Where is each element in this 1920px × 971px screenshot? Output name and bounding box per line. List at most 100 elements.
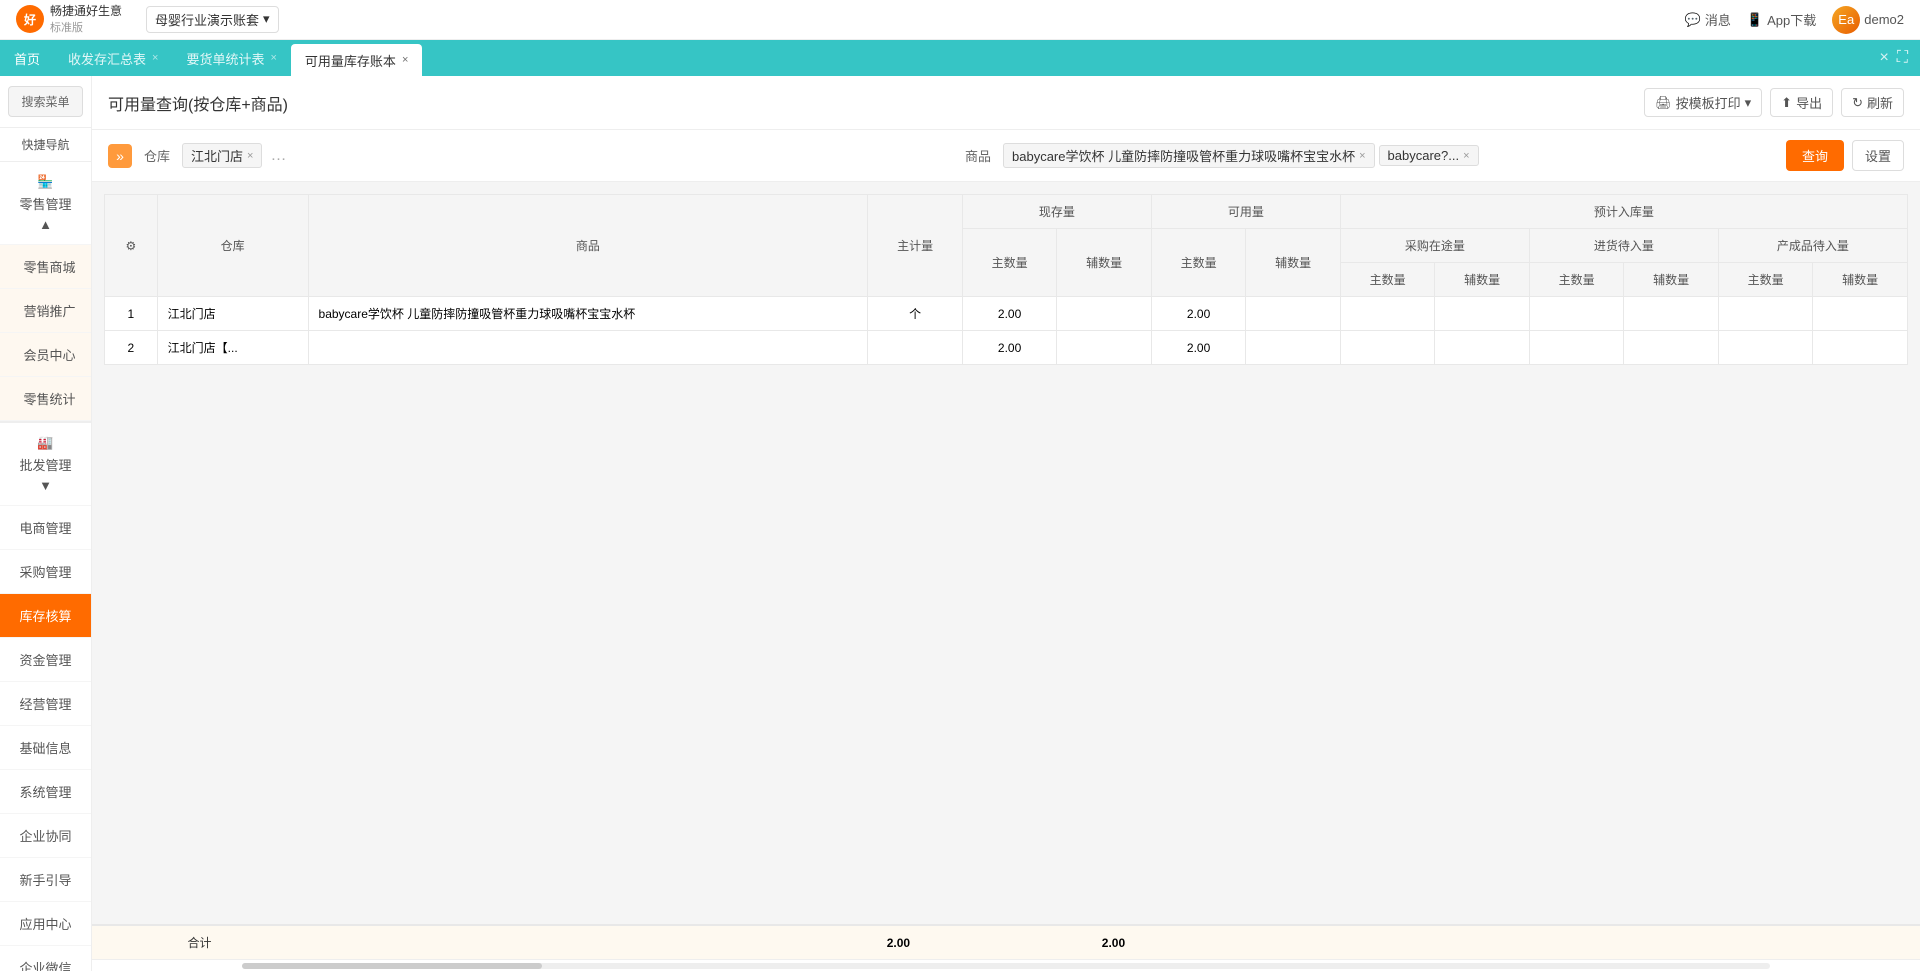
warehouse-dots[interactable]: … (266, 147, 290, 165)
sidebar-item-purchase[interactable]: 采购管理 (0, 550, 91, 594)
sidebar: 搜索菜单 快捷导航 🏪 零售管理 ▲ 零售商城 营销推广 会员中心 零售统计 🏭… (0, 76, 92, 971)
retail-icon: 🏪 (37, 174, 53, 190)
cell-incoming-aux (1624, 331, 1719, 365)
top-bar: 好 畅捷通好生意 标准版 母婴行业演示账套 ▾ 💬 消息 📱 App下载 Ea … (0, 0, 1920, 40)
col-avail-aux: 辅数量 (1246, 229, 1341, 297)
user-area[interactable]: Ea demo2 (1832, 6, 1904, 34)
sidebar-item-ecom[interactable]: 电商管理 (0, 506, 91, 550)
cell-incoming-main (1529, 297, 1624, 331)
settings-btn[interactable]: 设置 (1852, 140, 1904, 171)
col-production-title: 产成品待入量 (1718, 229, 1907, 263)
sidebar-item-wechat[interactable]: 企业微信 (0, 946, 91, 971)
col-stock-aux: 辅数量 (1057, 229, 1152, 297)
footer-empty-product (267, 926, 764, 959)
col-incoming-aux: 辅数量 (1624, 263, 1719, 297)
message-btn[interactable]: 💬 消息 (1685, 10, 1731, 29)
sidebar-item-retail[interactable]: 🏪 零售管理 ▲ (0, 162, 91, 245)
sidebar-item-retail-stat-label: 零售统计 (23, 389, 75, 408)
table-row: 1 江北门店 babycare学饮杯 儿童防摔防撞吸管杯重力球吸嘴杯宝宝水杯 个… (105, 297, 1908, 331)
content-area: 可用量查询(按仓库+商品) 🖨 按模板打印 ▾ ⬆ 导出 ↻ 刷新 » (92, 76, 1920, 971)
cell-avail-aux (1246, 331, 1341, 365)
close-all-icon[interactable]: × (1879, 49, 1888, 67)
refresh-btn[interactable]: ↻ 刷新 (1841, 88, 1904, 117)
sidebar-item-finance[interactable]: 资金管理 (0, 638, 91, 682)
tab-home[interactable]: 首页 (0, 40, 54, 76)
sidebar-item-ops[interactable]: 经营管理 (0, 682, 91, 726)
sidebar-item-purchase-label: 采购管理 (19, 562, 71, 581)
product-filter-tags: babycare学饮杯 儿童防摔防撞吸管杯重力球吸嘴杯宝宝水杯 × babyca… (1003, 143, 1774, 168)
tab-orders-close[interactable]: × (270, 52, 276, 64)
scroll-track[interactable] (242, 963, 1770, 969)
col-header-stock: 现存量 (962, 195, 1151, 229)
col-stock-main: 主数量 (962, 229, 1057, 297)
col-incoming-title: 进货待入量 (1529, 229, 1718, 263)
sidebar-item-inventory-mgmt[interactable]: 库存核算 (0, 594, 91, 638)
sidebar-item-collab[interactable]: 企业协同 (0, 814, 91, 858)
cell-purchase-aux (1435, 331, 1530, 365)
cell-purchase-main (1340, 297, 1435, 331)
cell-no: 2 (105, 331, 158, 365)
top-bar-right: 💬 消息 📱 App下载 Ea demo2 (1685, 6, 1904, 34)
tab-inventory[interactable]: 可用量库存账本 × (291, 44, 422, 76)
sidebar-item-guide[interactable]: 新手引导 (0, 858, 91, 902)
footer-incoming-aux (1597, 926, 1705, 959)
export-btn[interactable]: ⬆ 导出 (1770, 88, 1833, 117)
tab-receipts-close[interactable]: × (152, 52, 158, 64)
export-icon: ⬆ (1781, 95, 1792, 111)
warehouse-tag-remove[interactable]: × (247, 150, 253, 162)
tab-inventory-close[interactable]: × (402, 54, 408, 66)
logo-text: 畅捷通好生意 (50, 4, 122, 18)
print-icon: 🖨 (1655, 95, 1672, 111)
search-menu-btn[interactable]: 搜索菜单 (8, 86, 83, 117)
sidebar-item-retail-stat[interactable]: 零售统计 (0, 377, 91, 421)
sidebar-item-apps[interactable]: 应用中心 (0, 902, 91, 946)
tab-receipts[interactable]: 收发存汇总表 × (54, 40, 172, 76)
filter-row: » 仓库 江北门店 × … 商品 babycare学饮杯 儿童防摔防撞吸管杯重力… (92, 130, 1920, 182)
cell-production-aux (1813, 331, 1908, 365)
page-header: 可用量查询(按仓库+商品) 🖨 按模板打印 ▾ ⬆ 导出 ↻ 刷新 (92, 76, 1920, 130)
sidebar-item-ecom-label: 电商管理 (19, 518, 71, 537)
col-header-forecast: 预计入库量 (1340, 195, 1907, 229)
tab-orders[interactable]: 要货单统计表 × (172, 40, 290, 76)
app-icon: 📱 (1747, 12, 1763, 28)
logo-text-area: 畅捷通好生意 标准版 (50, 4, 122, 34)
nav-tabs-actions: × ⛶ (1867, 40, 1920, 76)
top-bar-left: 好 畅捷通好生意 标准版 母婴行业演示账套 ▾ (16, 4, 279, 34)
app-download-btn[interactable]: 📱 App下载 (1747, 10, 1816, 29)
org-selector[interactable]: 母婴行业演示账套 ▾ (146, 6, 279, 33)
warehouse-tag: 江北门店 × (182, 143, 262, 168)
scroll-thumb[interactable] (242, 963, 542, 969)
cell-warehouse: 江北门店【... (157, 331, 308, 365)
refresh-icon: ↻ (1852, 95, 1863, 111)
wholesale-icon: 🏭 (37, 435, 53, 451)
sidebar-item-system[interactable]: 系统管理 (0, 770, 91, 814)
data-table: ⚙ 仓库 商品 主计量 现存量 可用量 预计入库量 主数量 辅数量 主数量 辅数… (104, 194, 1908, 365)
sidebar-item-base[interactable]: 基础信息 (0, 726, 91, 770)
cell-purchase-main (1340, 331, 1435, 365)
cell-stock-main: 2.00 (962, 331, 1057, 365)
sidebar-item-retail-mall[interactable]: 零售商城 (0, 245, 91, 289)
filter-toggle-btn[interactable]: » (108, 144, 132, 168)
col-purchase-main: 主数量 (1340, 263, 1435, 297)
wholesale-arrow-icon: ▼ (39, 478, 52, 493)
cell-stock-aux (1057, 331, 1152, 365)
scroll-area (92, 959, 1920, 971)
footer-stock-aux (952, 926, 1060, 959)
nav-tabs: 首页 收发存汇总表 × 要货单统计表 × 可用量库存账本 × × ⛶ (0, 40, 1920, 76)
template-print-btn[interactable]: 🖨 按模板打印 ▾ (1644, 88, 1762, 117)
sidebar-item-wholesale[interactable]: 🏭 批发管理 ▼ (0, 421, 91, 506)
quick-nav-btn[interactable]: 快捷导航 (0, 128, 91, 162)
cell-avail-main: 2.00 (1151, 331, 1246, 365)
col-purchase-title: 采购在途量 (1340, 229, 1529, 263)
query-btn[interactable]: 查询 (1786, 140, 1844, 171)
product-tag1-remove[interactable]: × (1359, 150, 1365, 162)
fullscreen-icon[interactable]: ⛶ (1897, 49, 1908, 67)
cell-warehouse: 江北门店 (157, 297, 308, 331)
sidebar-item-member[interactable]: 会员中心 (0, 333, 91, 377)
cell-unit (868, 331, 963, 365)
table-settings-header[interactable]: ⚙ (105, 195, 158, 297)
warehouse-filter-tags: 江北门店 × … (182, 143, 953, 168)
sidebar-item-marketing[interactable]: 营销推广 (0, 289, 91, 333)
product-tag2-remove[interactable]: × (1463, 150, 1469, 162)
retail-arrow-icon: ▲ (39, 217, 52, 232)
